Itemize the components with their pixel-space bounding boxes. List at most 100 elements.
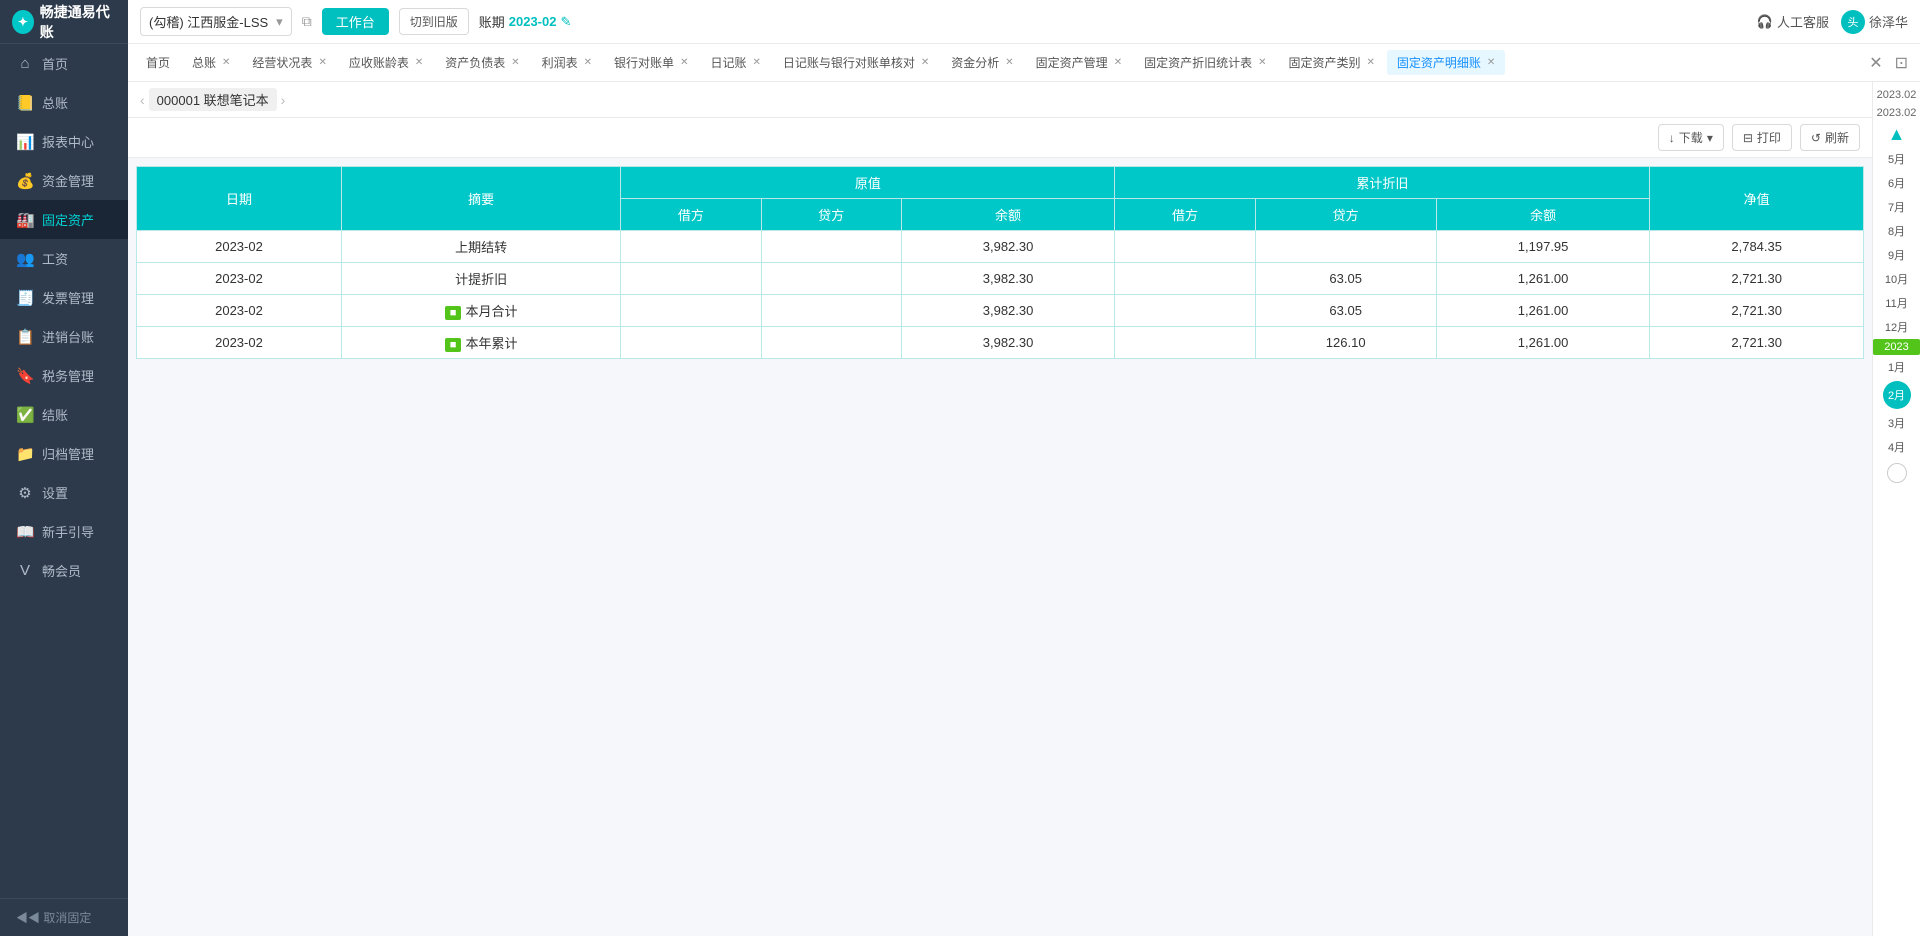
refresh-button[interactable]: ↺ 刷新 — [1800, 124, 1860, 151]
tab-bank-close[interactable]: ✕ — [680, 57, 688, 68]
sidebar-item-6[interactable]: 🧾发票管理 — [0, 278, 128, 317]
date-month-5[interactable]: 5月 — [1873, 147, 1920, 171]
download-arrow: ▾ — [1707, 131, 1713, 145]
tab-balance[interactable]: 资产负债表 ✕ — [435, 50, 529, 75]
content-area: ‹ 000001 联想笔记本 › ↓ 下载 ▾ ⊟ 打印 ↺ 刷新 — [128, 82, 1920, 936]
date-month-8[interactable]: 8月 — [1873, 219, 1920, 243]
tab-journal-close[interactable]: ✕ — [752, 57, 760, 68]
date-month-3[interactable]: 3月 — [1873, 411, 1920, 435]
date-month-2[interactable]: 2月 — [1883, 381, 1911, 409]
nav-forward-arrow[interactable]: › — [281, 92, 286, 108]
workbench-button[interactable]: 工作台 — [322, 8, 389, 35]
tab-fixed-category[interactable]: 固定资产类别 ✕ — [1278, 50, 1384, 75]
nav-back-arrow[interactable]: ‹ — [140, 92, 145, 108]
user-avatar-area[interactable]: 头 徐泽华 — [1841, 10, 1908, 34]
sidebar-item-13[interactable]: V畅会员 — [0, 551, 128, 590]
customer-service[interactable]: 🎧 人工客服 — [1757, 12, 1829, 31]
switch-version-button[interactable]: 切到旧版 — [399, 8, 469, 35]
sidebar-footer[interactable]: ◀◀ 取消固定 — [0, 898, 128, 936]
tab-receivable-close[interactable]: ✕ — [415, 57, 423, 68]
cell-zj-debit-1 — [1115, 263, 1255, 295]
date-scroll-circle[interactable] — [1887, 463, 1907, 483]
company-name: (勾稽) 江西服金-LSS — [149, 12, 268, 31]
tab-business-close[interactable]: ✕ — [318, 57, 326, 68]
tab-fixed-mgmt-close[interactable]: ✕ — [1114, 57, 1122, 68]
tab-fixed-detail[interactable]: 固定资产明细账 ✕ — [1387, 50, 1505, 75]
date-month-11[interactable]: 11月 — [1873, 291, 1920, 315]
tab-profit-close[interactable]: ✕ — [584, 57, 592, 68]
sidebar-icon-10: 📁 — [16, 445, 34, 463]
sidebar-logo: ✦ 畅捷通易代账 — [0, 0, 128, 44]
tab-fund[interactable]: 资金分析 ✕ — [941, 50, 1023, 75]
tab-fixed-detail-close[interactable]: ✕ — [1487, 57, 1495, 68]
th-yz-debit: 借方 — [621, 199, 761, 231]
sidebar-item-12[interactable]: 📖新手引导 — [0, 512, 128, 551]
copy-icon[interactable]: ⧉ — [302, 13, 312, 30]
tab-fixed-mgmt[interactable]: 固定资产管理 ✕ — [1026, 50, 1132, 75]
tab-fixed-category-label: 固定资产类别 — [1288, 54, 1360, 71]
sidebar-item-7[interactable]: 📋进销台账 — [0, 317, 128, 356]
sidebar-item-1[interactable]: 📒总账 — [0, 83, 128, 122]
sidebar-item-11[interactable]: ⚙设置 — [0, 473, 128, 512]
tab-business[interactable]: 经营状况表 ✕ — [242, 50, 336, 75]
sidebar-label-0: 首页 — [42, 54, 68, 73]
toolbar: ↓ 下载 ▾ ⊟ 打印 ↺ 刷新 — [128, 118, 1872, 158]
sidebar-item-2[interactable]: 📊报表中心 — [0, 122, 128, 161]
tab-fund-close[interactable]: ✕ — [1005, 57, 1013, 68]
tab-close-all[interactable]: ✕ — [1865, 51, 1886, 75]
cell-date-2: 2023-02 — [137, 295, 342, 327]
tab-balance-close[interactable]: ✕ — [511, 57, 519, 68]
avatar: 头 — [1841, 10, 1865, 34]
sidebar-item-8[interactable]: 🔖税务管理 — [0, 356, 128, 395]
company-selector[interactable]: (勾稽) 江西服金-LSS ▾ — [140, 7, 292, 36]
download-button[interactable]: ↓ 下载 ▾ — [1658, 124, 1724, 151]
date-month-1[interactable]: 1月 — [1873, 355, 1920, 379]
date-month-10[interactable]: 10月 — [1873, 267, 1920, 291]
date-month-7[interactable]: 7月 — [1873, 195, 1920, 219]
date-month-4[interactable]: 4月 — [1873, 435, 1920, 459]
cell-yz-balance-1: 3,982.30 — [901, 263, 1115, 295]
sidebar-item-3[interactable]: 💰资金管理 — [0, 161, 128, 200]
cell-net-2: 2,721.30 — [1650, 295, 1864, 327]
sidebar-label-8: 税务管理 — [42, 366, 94, 385]
period-edit-icon[interactable]: ✎ — [560, 14, 571, 30]
sidebar-item-5[interactable]: 👥工资 — [0, 239, 128, 278]
print-icon: ⊟ — [1743, 131, 1753, 145]
date-year-2023[interactable]: 2023 — [1873, 339, 1920, 355]
period-label: 账期 — [479, 12, 505, 31]
table-row: 2023-02 上期结转 3,982.30 1,197.95 2,784.35 — [137, 231, 1864, 263]
sidebar-icon-3: 💰 — [16, 172, 34, 190]
cell-yz-debit-0 — [621, 231, 761, 263]
tab-reconcile[interactable]: 日记账与银行对账单核对 ✕ — [773, 50, 939, 75]
sidebar-item-10[interactable]: 📁归档管理 — [0, 434, 128, 473]
tab-bank[interactable]: 银行对账单 ✕ — [604, 50, 698, 75]
tab-expand[interactable]: ⊡ — [1891, 51, 1912, 75]
sidebar-label-5: 工资 — [42, 249, 68, 268]
tab-ledger[interactable]: 总账 ✕ — [182, 50, 240, 75]
tab-profit[interactable]: 利润表 ✕ — [532, 50, 602, 75]
cell-zj-debit-3 — [1115, 327, 1255, 359]
user-name: 徐泽华 — [1869, 12, 1908, 31]
tab-home-label: 首页 — [146, 54, 170, 71]
tab-ledger-close[interactable]: ✕ — [222, 57, 230, 68]
sidebar-item-9[interactable]: ✅结账 — [0, 395, 128, 434]
cell-yz-balance-3: 3,982.30 — [901, 327, 1115, 359]
cell-yz-credit-1 — [761, 263, 901, 295]
sidebar-icon-12: 📖 — [16, 523, 34, 541]
top-header: (勾稽) 江西服金-LSS ▾ ⧉ 工作台 切到旧版 账期 2023-02 ✎ … — [128, 0, 1920, 44]
sidebar-item-0[interactable]: ⌂首页 — [0, 44, 128, 83]
date-month-12[interactable]: 12月 — [1873, 315, 1920, 339]
tab-reconcile-close[interactable]: ✕ — [921, 57, 929, 68]
tab-depreciation-stat-close[interactable]: ✕ — [1258, 57, 1266, 68]
tab-receivable[interactable]: 应收账龄表 ✕ — [339, 50, 433, 75]
sidebar-item-4[interactable]: 🏭固定资产 — [0, 200, 128, 239]
tab-fixed-category-close[interactable]: ✕ — [1367, 57, 1375, 68]
print-button[interactable]: ⊟ 打印 — [1732, 124, 1792, 151]
date-scroll-up[interactable]: ▲ — [1886, 122, 1908, 147]
tab-journal[interactable]: 日记账 ✕ — [700, 50, 770, 75]
date-month-9[interactable]: 9月 — [1873, 243, 1920, 267]
date-month-6[interactable]: 6月 — [1873, 171, 1920, 195]
tab-depreciation-stat[interactable]: 固定资产折旧统计表 ✕ — [1134, 50, 1276, 75]
tab-home[interactable]: 首页 — [136, 50, 180, 75]
breadcrumb-item[interactable]: 000001 联想笔记本 — [149, 88, 277, 111]
